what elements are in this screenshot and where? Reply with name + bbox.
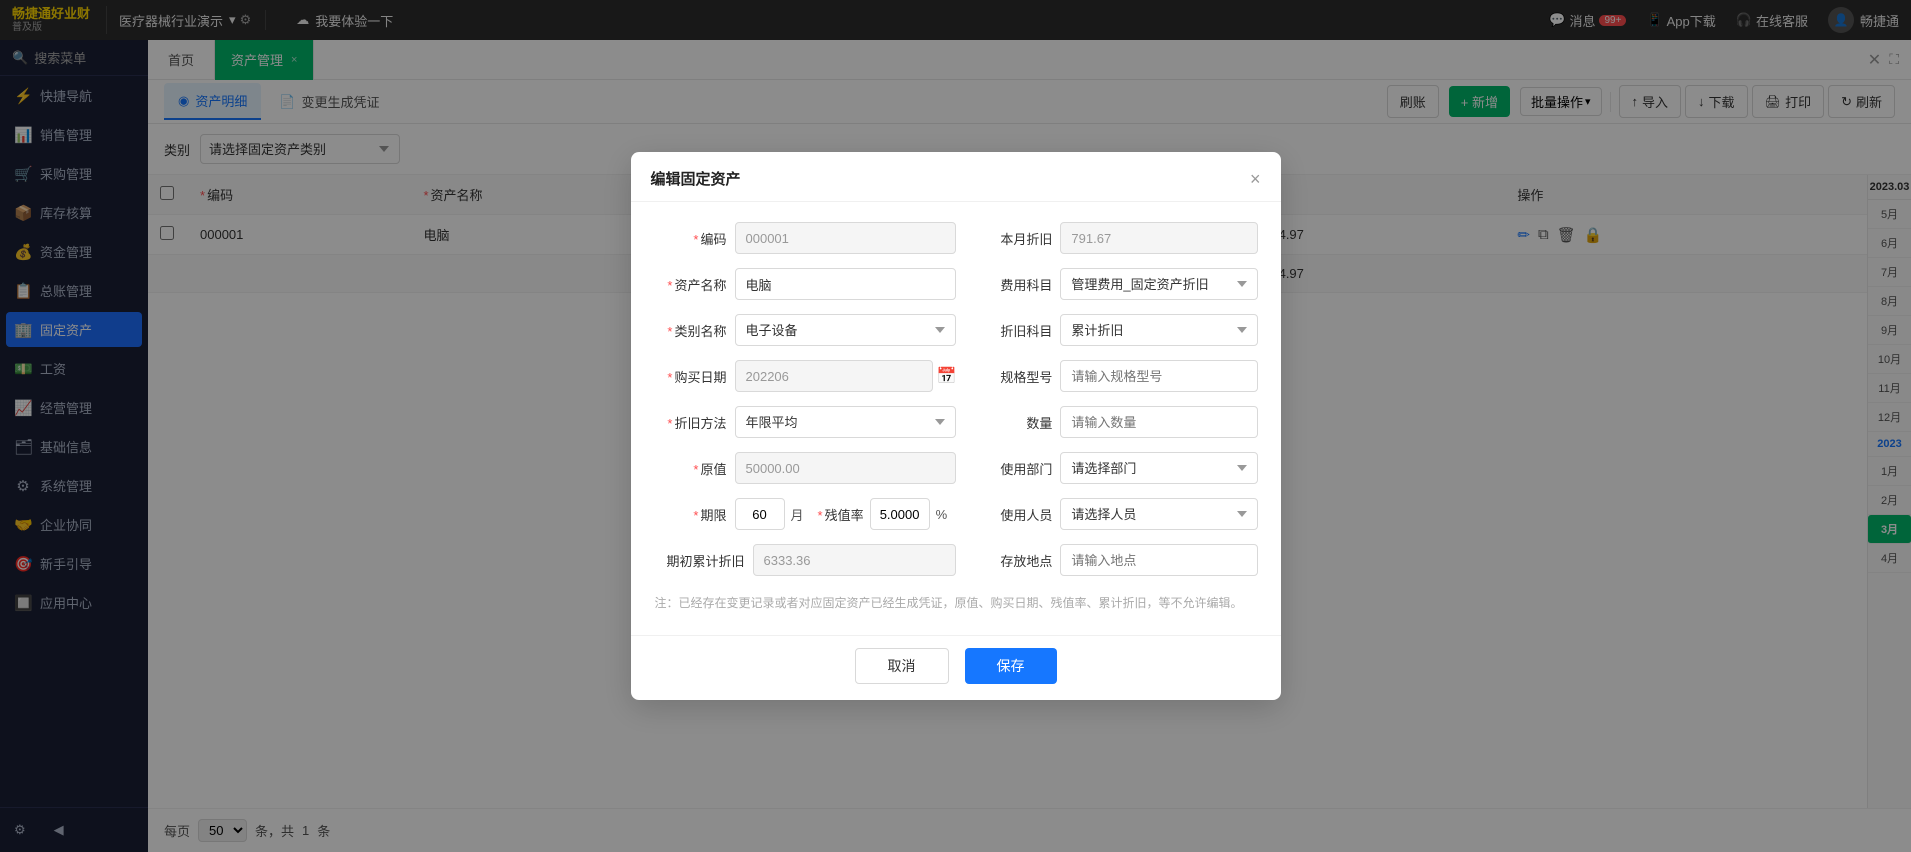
save-btn[interactable]: 保存 — [965, 648, 1057, 684]
category-row: *类别名称 电子设备 — [655, 314, 957, 346]
category-select-wrapper: 电子设备 — [735, 314, 957, 346]
person-wrapper: 请选择人员 — [1060, 498, 1258, 530]
monthly-depr-row: 本月折旧 — [980, 222, 1258, 254]
category-select-modal[interactable]: 电子设备 — [735, 314, 957, 346]
depr-method-row: *折旧方法 年限平均 — [655, 406, 957, 438]
residual-rate-label: *残值率 — [818, 505, 864, 524]
expense-account-label: 费用科目 — [980, 275, 1052, 294]
modal-overlay: 编辑固定资产 × *编码 *资产名称 — [0, 0, 1911, 852]
purchase-date-wrapper: 📅 — [735, 360, 957, 392]
quantity-row: 数量 — [980, 406, 1258, 438]
spec-model-label: 规格型号 — [980, 367, 1052, 386]
period-wrapper: 月 *残值率 % — [735, 498, 957, 530]
quantity-input[interactable] — [1060, 406, 1258, 438]
period-row: *期限 月 *残值率 % — [655, 498, 957, 530]
monthly-depr-input[interactable] — [1060, 222, 1258, 254]
expense-account-select[interactable]: 管理费用_固定资产折旧 — [1060, 268, 1258, 300]
cancel-btn[interactable]: 取消 — [855, 648, 949, 684]
spec-model-input[interactable] — [1060, 360, 1258, 392]
dept-select[interactable]: 请选择部门 — [1060, 452, 1258, 484]
modal-header: 编辑固定资产 × — [631, 152, 1281, 202]
purchase-date-input[interactable] — [735, 360, 933, 392]
depr-account-select[interactable]: 累计折旧 — [1060, 314, 1258, 346]
modal-footer: 取消 保存 — [631, 635, 1281, 700]
opening-accum-row: 期初累计折旧 — [655, 544, 957, 576]
opening-accum-label: 期初累计折旧 — [655, 551, 745, 570]
purchase-date-row: *购买日期 📅 — [655, 360, 957, 392]
opening-accum-input[interactable] — [753, 544, 957, 576]
depr-method-label: *折旧方法 — [655, 413, 727, 432]
monthly-depr-label: 本月折旧 — [980, 229, 1052, 248]
expense-account-wrapper: 管理费用_固定资产折旧 — [1060, 268, 1258, 300]
location-row: 存放地点 — [980, 544, 1258, 576]
calendar-icon[interactable]: 📅 — [937, 366, 957, 386]
depr-method-wrapper: 年限平均 — [735, 406, 957, 438]
asset-name-input[interactable] — [735, 268, 957, 300]
code-row: *编码 — [655, 222, 957, 254]
code-input[interactable] — [735, 222, 957, 254]
form-grid: *编码 *资产名称 *类别名称 电子设备 — [655, 222, 1257, 576]
depr-account-row: 折旧科目 累计折旧 — [980, 314, 1258, 346]
form-left: *编码 *资产名称 *类别名称 电子设备 — [655, 222, 957, 576]
quantity-label: 数量 — [980, 413, 1052, 432]
modal-title: 编辑固定资产 — [651, 168, 741, 189]
dept-label: 使用部门 — [980, 459, 1052, 478]
residual-rate-input[interactable] — [870, 498, 930, 530]
location-label: 存放地点 — [980, 551, 1052, 570]
asset-name-label: *资产名称 — [655, 275, 727, 294]
original-value-input[interactable] — [735, 452, 957, 484]
modal-note: 注：已经存在变更记录或者对应固定资产已经生成凭证，原值、购买日期、残值率、累计折… — [655, 590, 1257, 619]
depr-account-label: 折旧科目 — [980, 321, 1052, 340]
residual-pct-label: % — [936, 507, 948, 522]
asset-name-row: *资产名称 — [655, 268, 957, 300]
dept-wrapper: 请选择部门 — [1060, 452, 1258, 484]
modal-close-btn[interactable]: × — [1250, 170, 1261, 188]
person-label: 使用人员 — [980, 505, 1052, 524]
expense-account-row: 费用科目 管理费用_固定资产折旧 — [980, 268, 1258, 300]
person-row: 使用人员 请选择人员 — [980, 498, 1258, 530]
location-input[interactable] — [1060, 544, 1258, 576]
purchase-date-label: *购买日期 — [655, 367, 727, 386]
period-input[interactable] — [735, 498, 785, 530]
dept-row: 使用部门 请选择部门 — [980, 452, 1258, 484]
person-select[interactable]: 请选择人员 — [1060, 498, 1258, 530]
category-label: *类别名称 — [655, 321, 727, 340]
period-unit-label: 月 — [791, 505, 804, 524]
form-right: 本月折旧 费用科目 管理费用_固定资产折旧 折旧科 — [980, 222, 1258, 576]
code-label: *编码 — [655, 229, 727, 248]
depr-account-wrapper: 累计折旧 — [1060, 314, 1258, 346]
original-value-label: *原值 — [655, 459, 727, 478]
depr-method-select[interactable]: 年限平均 — [735, 406, 957, 438]
modal-body: *编码 *资产名称 *类别名称 电子设备 — [631, 202, 1281, 635]
period-label: *期限 — [655, 505, 727, 524]
spec-model-row: 规格型号 — [980, 360, 1258, 392]
edit-fixed-asset-modal: 编辑固定资产 × *编码 *资产名称 — [631, 152, 1281, 700]
original-value-row: *原值 — [655, 452, 957, 484]
